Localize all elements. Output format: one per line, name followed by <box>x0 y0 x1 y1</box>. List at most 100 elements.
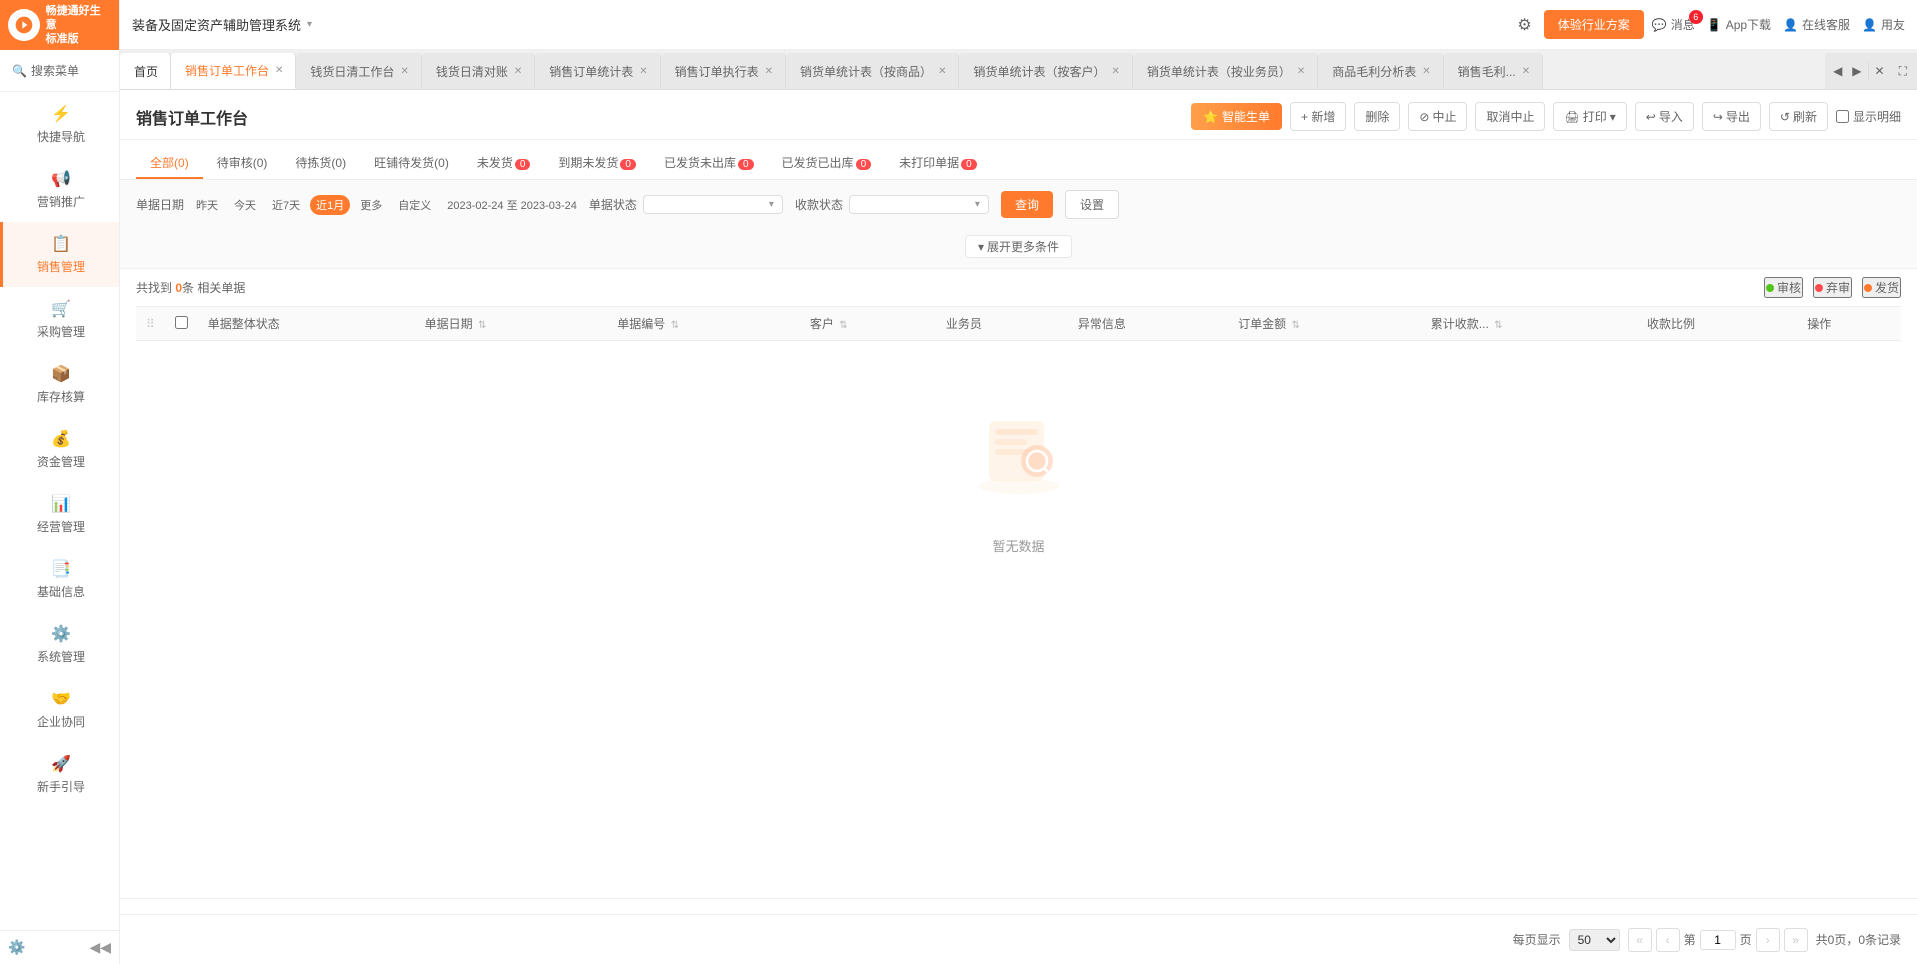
close-all-tabs[interactable]: ✕ <box>1868 62 1891 80</box>
cancel-stop-button[interactable]: 取消中止 <box>1475 102 1545 131</box>
search-menu-button[interactable]: 🔍 搜索菜单 <box>8 58 111 83</box>
page-number-input[interactable] <box>1700 930 1736 950</box>
tab-goods-stats-prod[interactable]: 销货单统计表（按商品） ✕ <box>786 53 959 89</box>
user-avatar[interactable]: 👤 用友 <box>1862 16 1905 33</box>
app-download-button[interactable]: 📱 App下载 <box>1707 16 1771 33</box>
filter-tab-pending-review[interactable]: 待审核(0) <box>203 148 282 179</box>
date-1month[interactable]: 近1月 <box>310 195 350 215</box>
close-tab-sales-workbench[interactable]: ✕ <box>275 65 283 76</box>
cancel-review-action-button[interactable]: 弃审 <box>1813 277 1852 298</box>
date-7days[interactable]: 近7天 <box>266 195 306 215</box>
filter-tab-all[interactable]: 全部(0) <box>136 148 203 179</box>
th-number[interactable]: 单据编号 ⇅ <box>607 307 800 341</box>
tab-scroll-left[interactable]: ◀ <box>1829 62 1846 80</box>
th-customer[interactable]: 客户 ⇅ <box>800 307 936 341</box>
page-first-button[interactable]: « <box>1628 928 1652 952</box>
tab-goods-stats-cust[interactable]: 销货单统计表（按客户） ✕ <box>959 53 1132 89</box>
tab-scroll-right[interactable]: ▶ <box>1848 62 1865 80</box>
sidebar-item-marketing[interactable]: 📢 营销推广 <box>0 157 119 222</box>
status-field: 单据状态 ▾ <box>589 195 783 214</box>
search-button[interactable]: 查询 <box>1001 191 1053 218</box>
tab-sales-exec[interactable]: 销售订单执行表 ✕ <box>661 53 786 89</box>
filter-tab-shipped-not-in[interactable]: 已发货未出库0 <box>650 148 768 179</box>
filter-tab-expired-not-shipped[interactable]: 到期未发货0 <box>544 148 650 179</box>
settings-bottom-icon[interactable]: ⚙️ <box>8 939 25 956</box>
page-header: 销售订单工作台 ⭐ 智能生单 + 新增 删除 ⊘ 中止 取消中止 🖨 打印 <box>120 90 1917 140</box>
date-custom[interactable]: 自定义 <box>392 195 437 215</box>
export-button[interactable]: ↪ 导出 <box>1702 102 1761 131</box>
sidebar-item-basic[interactable]: 📑 基础信息 <box>0 547 119 612</box>
delete-button[interactable]: 删除 <box>1354 102 1400 131</box>
gear-icon[interactable]: ⚙ <box>1513 11 1535 39</box>
sidebar-item-finance[interactable]: 💰 资金管理 <box>0 417 119 482</box>
tab-sales-stats[interactable]: 销售订单统计表 ✕ <box>535 53 660 89</box>
close-tab-goods-stats-prod[interactable]: ✕ <box>938 66 946 77</box>
refresh-button[interactable]: ↺ 刷新 <box>1769 102 1828 131</box>
date-more[interactable]: 更多 <box>354 195 388 215</box>
sidebar-item-purchase[interactable]: 🛒 采购管理 <box>0 287 119 352</box>
scrollbar-area[interactable] <box>120 898 1917 914</box>
review-action-button[interactable]: 审核 <box>1764 277 1803 298</box>
sidebar-item-quick-nav[interactable]: ⚡ 快捷导航 <box>0 92 119 157</box>
page-prev-button[interactable]: ‹ <box>1656 928 1680 952</box>
date-yesterday[interactable]: 昨天 <box>190 195 224 215</box>
close-tab-cash-reconcile[interactable]: ✕ <box>514 66 522 77</box>
status-select[interactable]: ▾ <box>643 195 783 214</box>
date-today[interactable]: 今天 <box>228 195 262 215</box>
close-tab-cash-daily[interactable]: ✕ <box>400 66 408 77</box>
tab-sales-workbench[interactable]: 销售订单工作台 ✕ <box>171 53 296 89</box>
collapse-icon[interactable]: ◀◀ <box>89 939 111 956</box>
sidebar-item-sales[interactable]: 📋 销售管理 <box>0 222 119 287</box>
th-amount[interactable]: 订单金额 ⇅ <box>1228 307 1421 341</box>
expand-tabs[interactable]: ⛶ <box>1893 62 1913 81</box>
table-header-row: 共找到 0条 相关单据 审核 弃审 发货 <box>120 269 1917 306</box>
detail-checkbox-input[interactable] <box>1836 110 1849 123</box>
page-size-select[interactable]: 50 100 200 <box>1569 929 1620 951</box>
table-wrap: ⠿ 单据整体状态 单据日期 ⇅ 单据编号 ⇅ <box>120 306 1917 898</box>
stop-button[interactable]: ⊘ 中止 <box>1408 102 1467 131</box>
tab-home[interactable]: 首页 <box>120 53 171 89</box>
page-last-button[interactable]: » <box>1784 928 1808 952</box>
message-button[interactable]: 💬 消息 6 <box>1652 16 1695 33</box>
sidebar-item-system[interactable]: ⚙️ 系统管理 <box>0 612 119 677</box>
filter-tab-shipped-out[interactable]: 已发货已出库0 <box>768 148 886 179</box>
filter-tab-not-printed[interactable]: 未打印单据0 <box>885 148 991 179</box>
select-all-checkbox[interactable] <box>175 316 188 329</box>
tab-cash-daily[interactable]: 钱货日清工作台 ✕ <box>296 53 421 89</box>
page-actions: ⭐ 智能生单 + 新增 删除 ⊘ 中止 取消中止 🖨 打印 ▾ <box>1191 102 1901 131</box>
smart-generate-button[interactable]: ⭐ 智能生单 <box>1191 103 1282 130</box>
expand-more-button[interactable]: ▾ 展开更多条件 <box>965 235 1072 258</box>
close-tab-sales-exec[interactable]: ✕ <box>765 66 773 77</box>
ship-action-button[interactable]: 发货 <box>1862 277 1901 298</box>
print-button[interactable]: 🖨 打印 ▾ <box>1553 102 1626 131</box>
close-tab-goods-stats-cust[interactable]: ✕ <box>1111 66 1119 77</box>
sidebar-item-guide[interactable]: 🚀 新手引导 <box>0 742 119 807</box>
tab-sales-more[interactable]: 销售毛利... ✕ <box>1444 53 1543 89</box>
close-tab-sales-more[interactable]: ✕ <box>1522 66 1530 77</box>
tab-goods-margin[interactable]: 商品毛利分析表 ✕ <box>1318 53 1443 89</box>
topbar-right: 💬 消息 6 📱 App下载 👤 在线客服 👤 用友 <box>1652 16 1905 33</box>
close-tab-sales-stats[interactable]: ✕ <box>639 66 647 77</box>
tab-goods-stats-staff[interactable]: 销货单统计表（按业务员） ✕ <box>1133 53 1318 89</box>
filter-tab-not-shipped[interactable]: 未发货0 <box>463 148 545 179</box>
solution-button[interactable]: 体验行业方案 <box>1544 10 1644 39</box>
filter-tab-wangpu[interactable]: 旺铺待发货(0) <box>360 148 463 179</box>
close-tab-goods-margin[interactable]: ✕ <box>1422 66 1430 77</box>
sidebar-item-operations[interactable]: 📊 经营管理 <box>0 482 119 547</box>
tab-cash-reconcile[interactable]: 钱货日清对账 ✕ <box>422 53 535 89</box>
setting-button[interactable]: 设置 <box>1065 190 1119 219</box>
online-service-button[interactable]: 👤 在线客服 <box>1783 16 1850 33</box>
filter-tab-pending-inspect[interactable]: 待拣货(0) <box>281 148 360 179</box>
th-collected[interactable]: 累计收款... ⇅ <box>1421 307 1637 341</box>
sidebar-item-enterprise[interactable]: 🤝 企业协同 <box>0 677 119 742</box>
sidebar-item-inventory[interactable]: 📦 库存核算 <box>0 352 119 417</box>
import-button[interactable]: ↩ 导入 <box>1635 102 1694 131</box>
add-button[interactable]: + 新增 <box>1290 102 1346 131</box>
th-date[interactable]: 单据日期 ⇅ <box>415 307 608 341</box>
close-tab-goods-stats-staff[interactable]: ✕ <box>1297 66 1305 77</box>
page-next-button[interactable]: › <box>1756 928 1780 952</box>
purchase-icon: 🛒 <box>51 299 71 319</box>
show-detail-checkbox[interactable]: 显示明细 <box>1836 108 1901 125</box>
refresh-icon: ↺ <box>1780 110 1790 124</box>
payment-select[interactable]: ▾ <box>849 195 989 214</box>
